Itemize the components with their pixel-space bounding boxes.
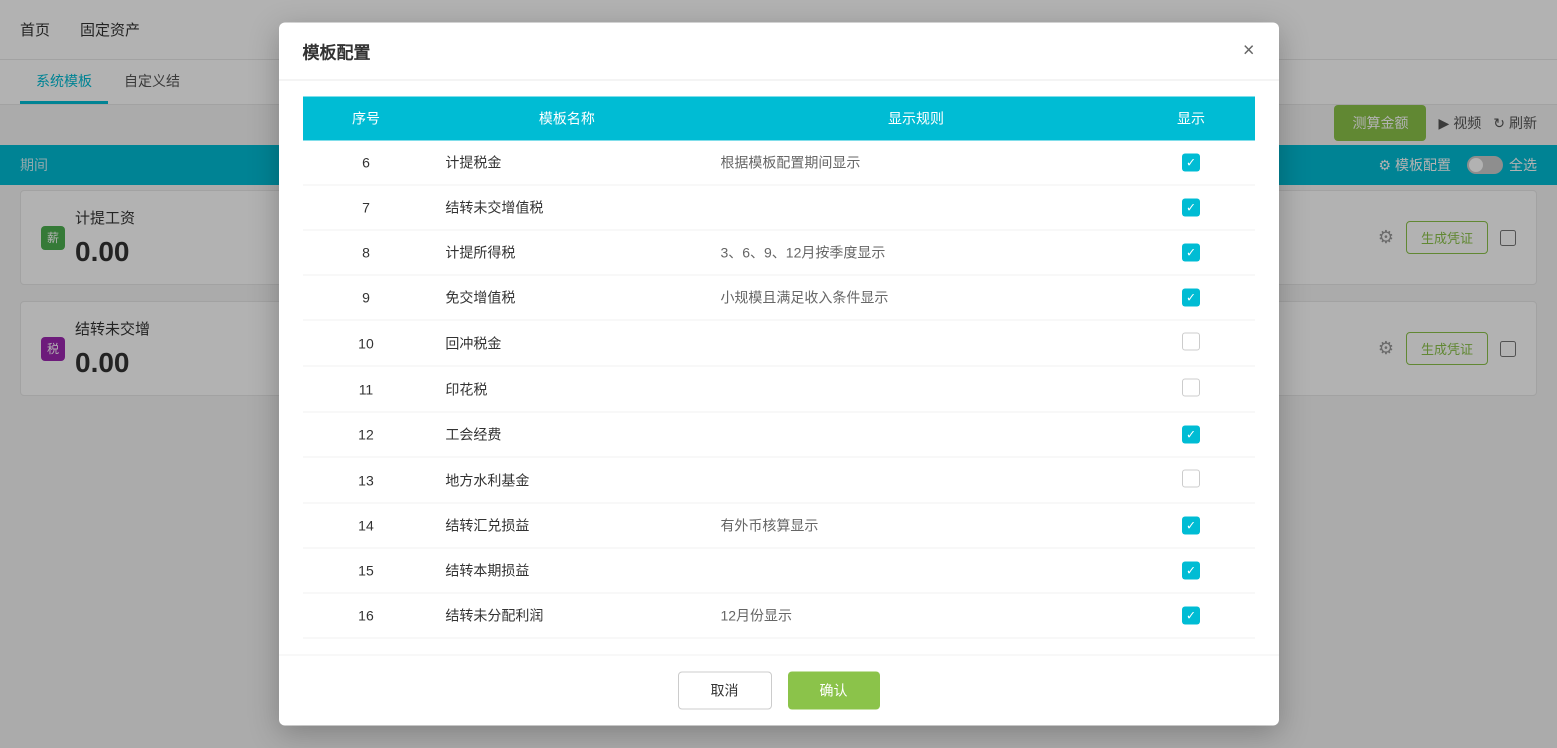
row-id: 14	[303, 503, 430, 548]
table-header: 序号 模板名称 显示规则 显示	[303, 97, 1255, 141]
col-header-name: 模板名称	[429, 97, 704, 141]
row-checkbox-9[interactable]: ✓	[1182, 289, 1200, 307]
row-id: 6	[303, 141, 430, 186]
table-row: 11印花税	[303, 366, 1255, 412]
table-row: 9免交增值税小规模且满足收入条件显示 ✓	[303, 275, 1255, 320]
dialog-body[interactable]: 序号 模板名称 显示规则 显示 6计提税金根据模板配置期间显示✓7结转未交增值税…	[279, 81, 1279, 655]
table-row: 14结转汇兑损益有外币核算显示 ✓	[303, 503, 1255, 548]
dialog-close-button[interactable]: ×	[1243, 40, 1255, 63]
row-rule: 有外币核算显示	[704, 503, 1127, 548]
row-id: 7	[303, 185, 430, 230]
row-name: 结转未交增值税	[429, 185, 704, 230]
row-checkbox-cell: ✓	[1128, 593, 1255, 638]
row-name: 结转未分配利润	[429, 593, 704, 638]
row-rule: 小规模且满足收入条件显示	[704, 275, 1127, 320]
row-name: 免交增值税	[429, 275, 704, 320]
row-checkbox-14[interactable]: ✓	[1182, 517, 1200, 535]
col-header-show: 显示	[1128, 97, 1255, 141]
row-checkbox-cell: ✓	[1128, 412, 1255, 457]
row-checkbox-cell: ✓	[1128, 503, 1255, 548]
confirm-button[interactable]: 确认	[788, 672, 880, 710]
row-checkbox-cell: ✓	[1128, 230, 1255, 275]
row-name: 结转汇兑损益	[429, 503, 704, 548]
row-checkbox-11[interactable]	[1182, 379, 1200, 397]
row-name: 计提税金	[429, 141, 704, 186]
row-name: 结转本期损益	[429, 548, 704, 593]
cancel-button[interactable]: 取消	[678, 672, 772, 710]
dialog-header: 模板配置 ×	[279, 23, 1279, 81]
table-row: 7结转未交增值税 ✓	[303, 185, 1255, 230]
row-id: 8	[303, 230, 430, 275]
row-checkbox-15[interactable]: ✓	[1182, 562, 1200, 580]
row-name: 印花税	[429, 366, 704, 412]
table-row: 15结转本期损益 ✓	[303, 548, 1255, 593]
row-checkbox-12[interactable]: ✓	[1182, 426, 1200, 444]
row-checkbox-10[interactable]	[1182, 333, 1200, 351]
row-checkbox-8[interactable]: ✓	[1182, 244, 1200, 262]
row-checkbox-cell: ✓	[1128, 275, 1255, 320]
row-id: 11	[303, 366, 430, 412]
row-checkbox-cell	[1128, 457, 1255, 503]
row-rule: 根据模板配置期间显示	[704, 141, 1127, 186]
row-checkbox-16[interactable]: ✓	[1182, 607, 1200, 625]
row-id: 13	[303, 457, 430, 503]
dialog-title: 模板配置	[303, 39, 371, 64]
row-rule	[704, 412, 1127, 457]
row-id: 10	[303, 320, 430, 366]
table-row: 13地方水利基金	[303, 457, 1255, 503]
table-row: 6计提税金根据模板配置期间显示 ✓	[303, 141, 1255, 186]
row-checkbox-cell: ✓	[1128, 185, 1255, 230]
row-id: 16	[303, 593, 430, 638]
table-row: 16结转未分配利润12月份显示 ✓	[303, 593, 1255, 638]
row-checkbox-7[interactable]: ✓	[1182, 199, 1200, 217]
row-rule	[704, 320, 1127, 366]
row-rule	[704, 366, 1127, 412]
row-rule	[704, 185, 1127, 230]
row-rule: 3、6、9、12月按季度显示	[704, 230, 1127, 275]
table-row: 8计提所得税3、6、9、12月按季度显示 ✓	[303, 230, 1255, 275]
row-checkbox-cell	[1128, 320, 1255, 366]
row-checkbox-cell: ✓	[1128, 548, 1255, 593]
row-name: 回冲税金	[429, 320, 704, 366]
row-name: 地方水利基金	[429, 457, 704, 503]
col-header-rule: 显示规则	[704, 97, 1127, 141]
template-config-dialog: 模板配置 × 序号 模板名称 显示规则 显示 6计提税金根据模板配置期间显示✓7…	[279, 23, 1279, 726]
row-rule: 12月份显示	[704, 593, 1127, 638]
row-name: 工会经费	[429, 412, 704, 457]
row-checkbox-13[interactable]	[1182, 470, 1200, 488]
row-checkbox-6[interactable]: ✓	[1182, 154, 1200, 172]
row-id: 15	[303, 548, 430, 593]
table-row: 10回冲税金	[303, 320, 1255, 366]
row-id: 12	[303, 412, 430, 457]
table-body: 6计提税金根据模板配置期间显示✓7结转未交增值税✓8计提所得税3、6、9、12月…	[303, 141, 1255, 639]
row-checkbox-cell	[1128, 366, 1255, 412]
row-rule	[704, 457, 1127, 503]
row-rule	[704, 548, 1127, 593]
table-row: 12工会经费 ✓	[303, 412, 1255, 457]
row-name: 计提所得税	[429, 230, 704, 275]
row-checkbox-cell: ✓	[1128, 141, 1255, 186]
config-table: 序号 模板名称 显示规则 显示 6计提税金根据模板配置期间显示✓7结转未交增值税…	[303, 97, 1255, 639]
dialog-footer: 取消 确认	[279, 655, 1279, 726]
col-header-id: 序号	[303, 97, 430, 141]
row-id: 9	[303, 275, 430, 320]
